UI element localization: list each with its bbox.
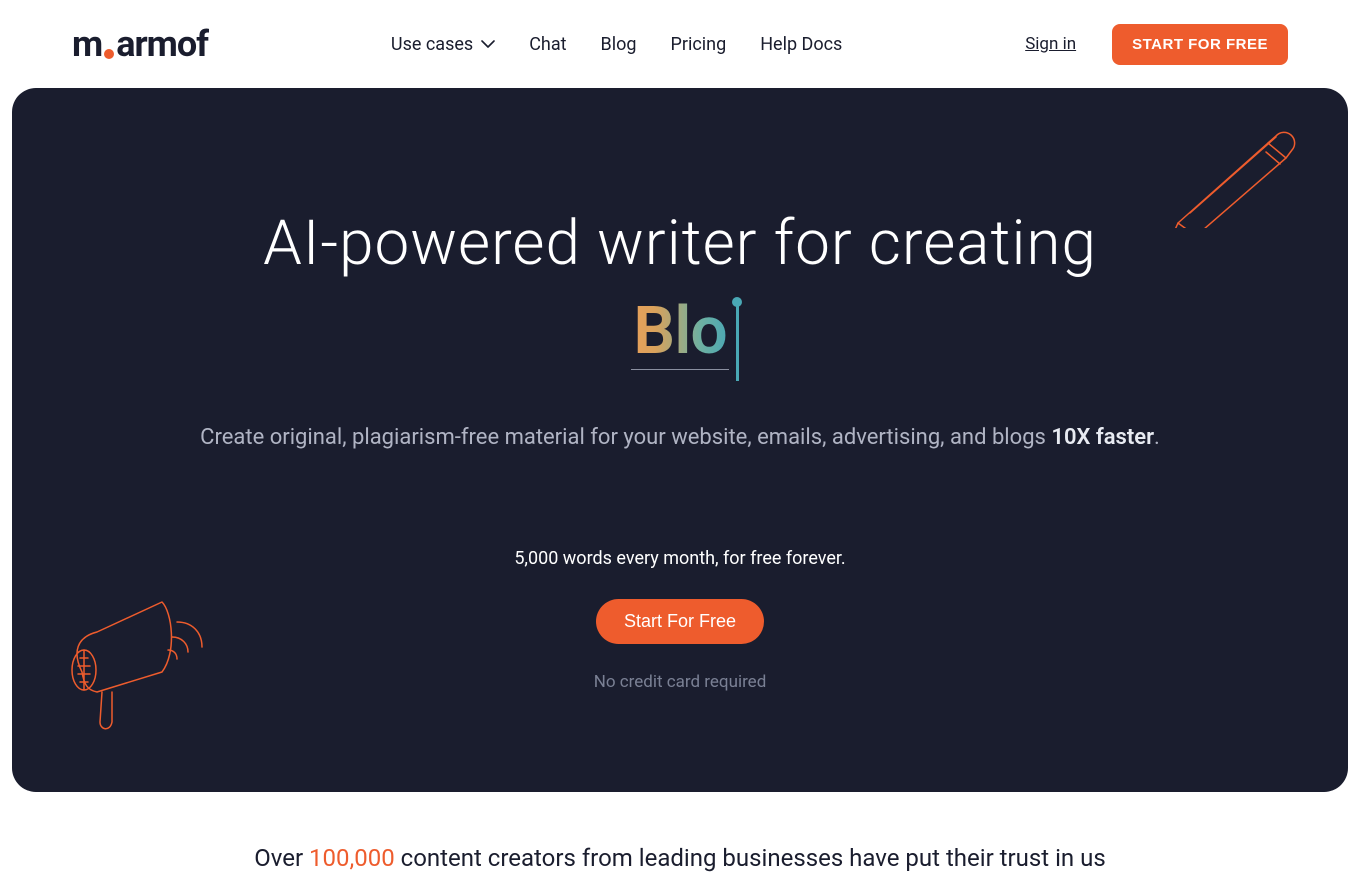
logo-text-post: armof [116,23,208,65]
hero-typed-text: Blo [631,293,728,376]
logo-dot-icon [104,49,114,59]
hero-subtitle: Create original, plagiarism-free materia… [52,422,1308,454]
chevron-down-icon [481,40,495,48]
header-actions: Sign in START FOR FREE [1025,24,1288,65]
trust-line: Over 100,000 content creators from leadi… [0,844,1360,872]
trust-post: content creators from leading businesses… [395,844,1106,872]
start-free-header-button[interactable]: START FOR FREE [1112,24,1288,65]
hero-sub-pre: Create original, plagiarism-free materia… [200,425,1051,450]
site-header: marmof Use cases Chat Blog Pricing Help … [0,0,1360,88]
cursor-line-icon [736,303,739,381]
hero-sub-post: . [1154,425,1160,450]
start-free-hero-button[interactable]: Start For Free [596,599,764,644]
logo-text-pre: m [72,23,102,65]
nav-chat[interactable]: Chat [529,34,566,55]
nav-help-docs[interactable]: Help Docs [760,34,842,55]
megaphone-icon [62,592,212,752]
nav-blog[interactable]: Blog [601,34,637,55]
trust-pre: Over [254,844,309,872]
hero-title: AI-powered writer for creating [52,208,1308,279]
signin-link[interactable]: Sign in [1025,34,1076,54]
nav-use-cases[interactable]: Use cases [391,34,495,55]
pencil-icon [1168,128,1298,228]
trust-count: 100,000 [309,844,395,872]
hero-section: AI-powered writer for creating Blo Creat… [12,88,1348,792]
nav-use-cases-label: Use cases [391,34,473,55]
hero-no-credit-text: No credit card required [52,672,1308,692]
hero-sub-strong: 10X faster [1051,425,1154,450]
primary-nav: Use cases Chat Blog Pricing Help Docs [391,34,842,55]
nav-pricing[interactable]: Pricing [671,34,727,55]
logo[interactable]: marmof [72,23,208,65]
hero-typed-word: Blo [631,293,728,370]
typed-underline-icon [631,369,728,370]
hero-free-words-text: 5,000 words every month, for free foreve… [52,548,1308,569]
